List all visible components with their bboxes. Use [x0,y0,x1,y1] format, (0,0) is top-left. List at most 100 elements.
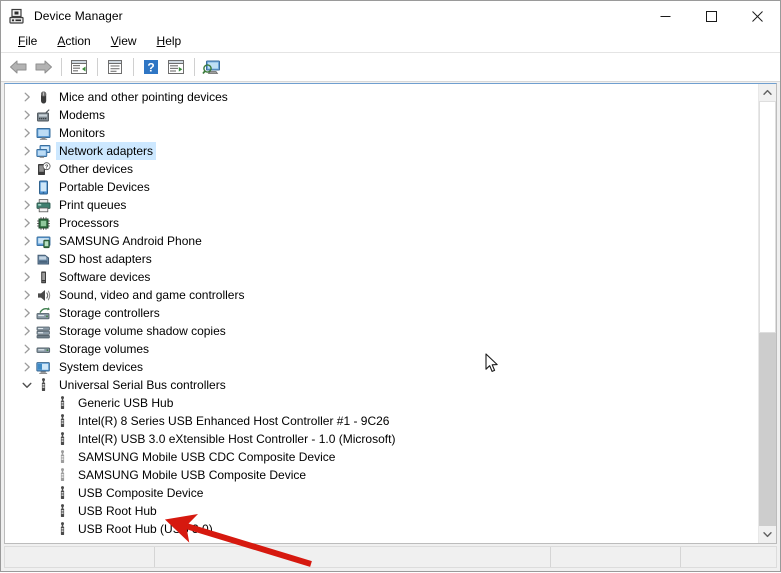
tree-row[interactable]: Intel(R) USB 3.0 eXtensible Host Control… [5,430,758,448]
other-device-icon: ? [35,161,51,177]
help-button[interactable]: ? [139,55,163,79]
tree-no-expander [38,466,54,484]
chevron-down-icon[interactable] [19,376,35,394]
tree-row-label: Modems [59,108,106,122]
device-manager-window: Device Manager File Action View Help ? M… [0,0,781,572]
tree-row[interactable]: USB Root Hub (USB 3.0) [5,520,758,538]
tree-row[interactable]: Sound, video and game controllers [5,286,758,304]
toolbar-separator [194,58,195,76]
tree-row-label: Software devices [59,270,151,284]
device-tree[interactable]: Mice and other pointing devices Modems Mon… [5,84,758,543]
chevron-right-icon[interactable] [19,142,35,160]
toolbar: ? [1,53,780,82]
chevron-right-icon[interactable] [19,268,35,286]
tree-row[interactable]: Storage volume shadow copies [5,322,758,340]
menu-action[interactable]: Action [47,31,100,52]
chevron-right-icon[interactable] [19,358,35,376]
chevron-right-icon[interactable] [19,106,35,124]
tree-row[interactable]: USB Root Hub [5,502,758,520]
chevron-right-icon[interactable] [19,286,35,304]
tree-row-label: Universal Serial Bus controllers [59,378,226,392]
tree-no-expander [38,394,54,412]
svg-text:?: ? [147,60,154,74]
menu-view[interactable]: View [101,31,147,52]
tree-row[interactable]: Universal Serial Bus controllers [5,376,758,394]
chevron-right-icon[interactable] [19,88,35,106]
tree-no-expander [38,502,54,520]
chevron-right-icon[interactable] [19,160,35,178]
minimize-button[interactable] [642,1,688,31]
tree-row-label: Storage volumes [59,342,150,356]
menu-help[interactable]: Help [147,31,192,52]
toolbar-separator [97,58,98,76]
tree-row[interactable]: ? Other devices [5,160,758,178]
tree-row-label: SD host adapters [59,252,152,266]
device-tree-panel: Mice and other pointing devices Modems Mon… [4,83,777,544]
back-button[interactable] [6,55,30,79]
tree-row-label: Network adapters [56,142,157,160]
chevron-right-icon[interactable] [19,196,35,214]
processor-icon [35,215,51,231]
usb-icon [54,395,70,411]
chevron-right-icon[interactable] [19,322,35,340]
usb-icon [54,521,70,537]
tree-row-label: USB Root Hub [78,504,157,518]
printer-icon [35,197,51,213]
chevron-right-icon[interactable] [19,124,35,142]
tree-row[interactable]: System devices [5,358,758,376]
tree-row[interactable]: Generic USB Hub [5,394,758,412]
tree-row-label: Storage controllers [59,306,160,320]
tree-row[interactable]: SAMSUNG Mobile USB Composite Device [5,466,758,484]
scroll-up-button[interactable] [759,84,776,101]
tree-row-label: System devices [59,360,144,374]
toolbar-separator [61,58,62,76]
tree-row[interactable]: SAMSUNG Android Phone [5,232,758,250]
tree-row-label: SAMSUNG Mobile USB CDC Composite Device [78,450,336,464]
scrollbar-thumb[interactable] [759,101,776,333]
scrollbar-track[interactable] [759,101,776,526]
scroll-down-button[interactable] [759,526,776,543]
device-manager-icon [9,8,26,25]
tree-row[interactable]: Modems [5,106,758,124]
show-hide-console-tree-button[interactable] [67,55,91,79]
tree-row[interactable]: SAMSUNG Mobile USB CDC Composite Device [5,448,758,466]
chevron-right-icon[interactable] [19,304,35,322]
tree-row[interactable]: Storage volumes [5,340,758,358]
tree-row[interactable]: Processors [5,214,758,232]
tree-row[interactable]: Portable Devices [5,178,758,196]
toolbar-separator [133,58,134,76]
maximize-button[interactable] [688,1,734,31]
chevron-right-icon[interactable] [19,178,35,196]
scan-hardware-changes-button[interactable] [200,55,224,79]
tree-row[interactable]: Intel(R) 8 Series USB Enhanced Host Cont… [5,412,758,430]
speaker-icon [35,287,51,303]
tree-no-expander [38,412,54,430]
tree-row[interactable]: SD host adapters [5,250,758,268]
usb-icon [35,377,51,393]
sd-adapter-icon [35,251,51,267]
storage-volume-icon [35,341,51,357]
tree-row[interactable]: USB Composite Device [5,484,758,502]
status-pane-1 [5,547,155,567]
portable-device-icon [35,179,51,195]
menu-file[interactable]: File [8,31,47,52]
chevron-right-icon[interactable] [19,214,35,232]
tree-row[interactable]: Print queues [5,196,758,214]
properties-button[interactable] [103,55,127,79]
tree-row[interactable]: Software devices [5,268,758,286]
tree-row[interactable]: Network adapters [5,142,758,160]
forward-button[interactable] [31,55,55,79]
tree-row[interactable]: Mice and other pointing devices [5,88,758,106]
tree-no-expander [38,484,54,502]
vertical-scrollbar[interactable] [758,84,776,543]
chevron-right-icon[interactable] [19,232,35,250]
chevron-right-icon[interactable] [19,250,35,268]
tree-row[interactable]: Storage controllers [5,304,758,322]
scrollbar-track-lower[interactable] [759,332,776,526]
tree-row[interactable]: Monitors [5,124,758,142]
window-controls [642,1,780,31]
chevron-right-icon[interactable] [19,340,35,358]
close-button[interactable] [734,1,780,31]
update-driver-button[interactable] [164,55,188,79]
tree-row-label: Intel(R) USB 3.0 eXtensible Host Control… [78,432,396,446]
